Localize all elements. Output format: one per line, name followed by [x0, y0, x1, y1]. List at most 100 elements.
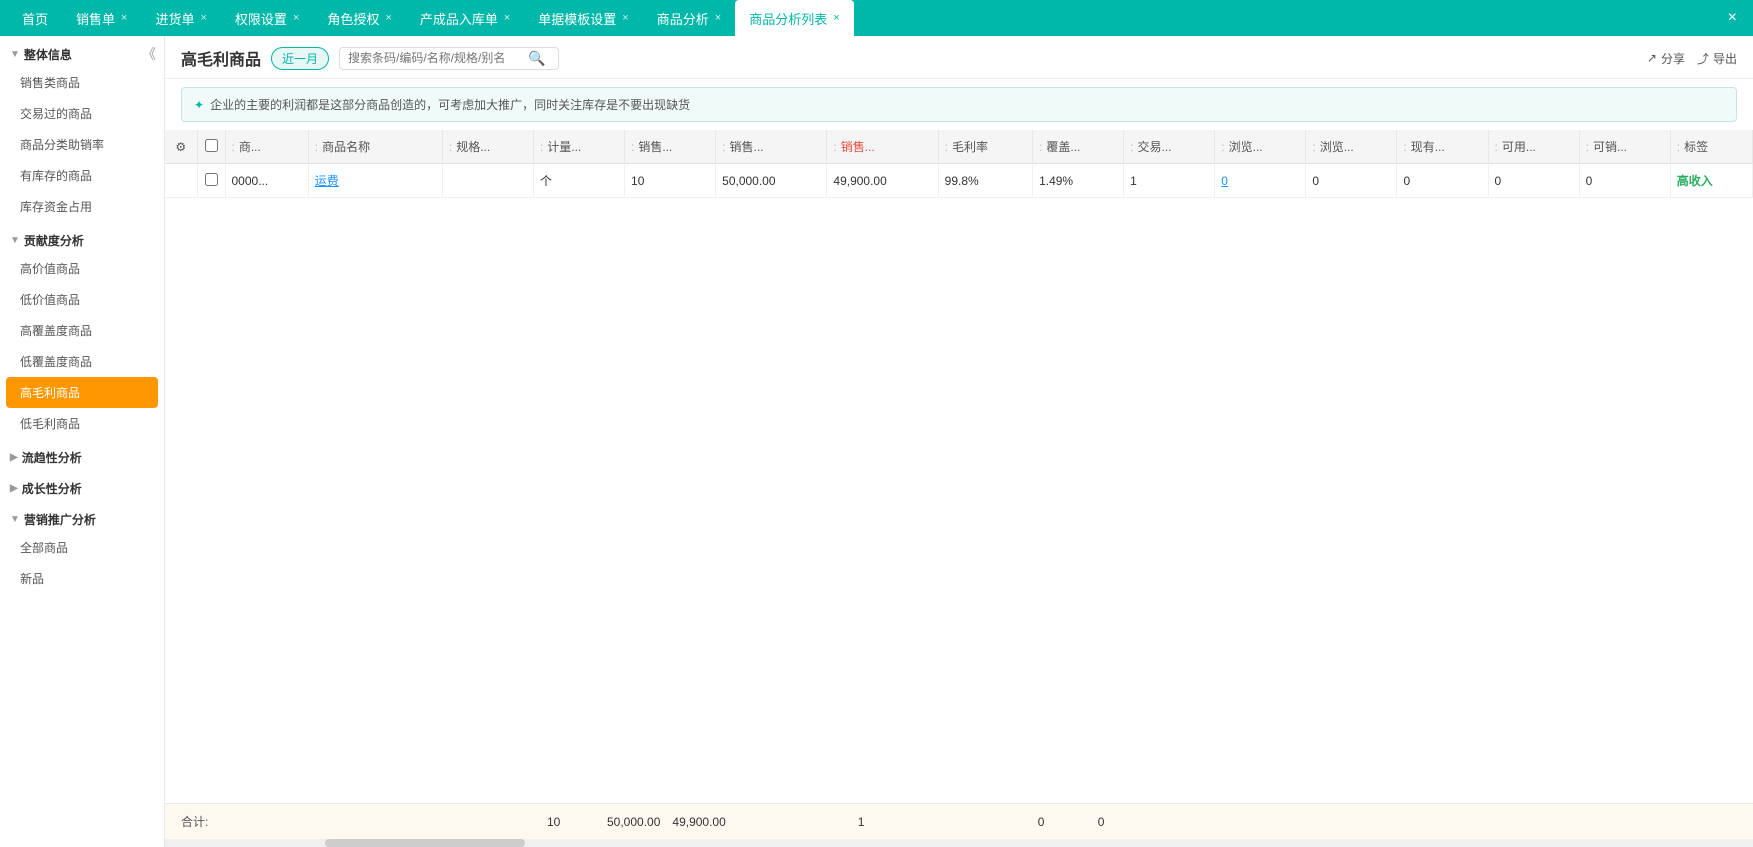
sidebar-item-sales-goods[interactable]: 销售类商品	[0, 67, 164, 98]
col-available[interactable]: :可用...	[1488, 130, 1579, 164]
row-margin-rate: 99.8%	[938, 164, 1032, 198]
sidebar-item-stock-capital[interactable]: 库存资金占用	[0, 191, 164, 222]
col-unit[interactable]: :计量...	[533, 130, 624, 164]
search-input[interactable]	[348, 51, 528, 65]
export-button[interactable]: ⤴ 导出	[1697, 50, 1737, 67]
sidebar-item-low-margin[interactable]: 低毛利商品	[0, 408, 164, 439]
nav-close-analysis[interactable]: ×	[715, 12, 721, 24]
row-sellable: 0	[1579, 164, 1670, 198]
col-tag[interactable]: :标签	[1670, 130, 1752, 164]
scrollbar-thumb[interactable]	[325, 839, 525, 847]
share-button[interactable]: ↗ 分享	[1647, 50, 1685, 67]
sidebar-group-trend[interactable]: ▶ 流趋性分析	[0, 439, 164, 470]
col-sellable[interactable]: :可销...	[1579, 130, 1670, 164]
row-sales-qty: 10	[625, 164, 716, 198]
content-area: 高毛利商品 近一月 🔍 ↗ 分享 ⤴ 导出 ✦ 企业的主要的利润都是这部分商品创…	[165, 36, 1753, 847]
horizontal-scrollbar[interactable]	[165, 839, 1753, 847]
search-icon[interactable]: 🔍	[528, 50, 545, 67]
sidebar-collapse-button[interactable]: 《	[142, 44, 156, 64]
arrow-down-icon2: ▼	[10, 235, 20, 246]
arrow-right-icon: ▶	[10, 452, 18, 463]
arrow-right-icon2: ▶	[10, 483, 18, 494]
nav-roles[interactable]: 角色授权 ×	[313, 0, 405, 36]
nav-home[interactable]: 首页	[8, 0, 62, 36]
col-sales-amt[interactable]: :销售...	[716, 130, 827, 164]
select-all-checkbox[interactable]	[205, 139, 218, 152]
row-sales-profit: 49,900.00	[827, 164, 938, 198]
nav-close-sales[interactable]: ×	[121, 12, 127, 24]
nav-close-template[interactable]: ×	[622, 12, 628, 24]
row-settings-cell	[165, 164, 197, 198]
sidebar-item-stock-goods[interactable]: 有库存的商品	[0, 160, 164, 191]
row-transaction: 1	[1124, 164, 1215, 198]
sidebar-item-traded-goods[interactable]: 交易过的商品	[0, 98, 164, 129]
row-browse2: 0	[1306, 164, 1397, 198]
window-close-button[interactable]: ×	[1720, 9, 1745, 27]
filter-period-button[interactable]: 近一月	[271, 47, 329, 70]
col-margin-rate[interactable]: :毛利率	[938, 130, 1032, 164]
table-footer: 合计: 10 50,000.00 49,900.00 1 0 0	[165, 803, 1753, 839]
nav-permissions[interactable]: 权限设置 ×	[221, 0, 313, 36]
table-row: 0000... 运费 个 10 50,000.00 49,900.00 99.8…	[165, 164, 1753, 198]
row-name[interactable]: 运费	[308, 164, 442, 198]
col-browse1[interactable]: :浏览...	[1215, 130, 1306, 164]
col-code[interactable]: :商...	[225, 130, 308, 164]
nav-sales-order[interactable]: 销售单 ×	[62, 0, 141, 36]
footer-sales-profit: 49,900.00	[666, 815, 731, 829]
col-sales-profit[interactable]: :销售...	[827, 130, 938, 164]
main-layout: 《 ▼ 整体信息 销售类商品 交易过的商品 商品分类助销率 有库存的商品 库存资…	[0, 36, 1753, 847]
top-navigation: 首页 销售单 × 进货单 × 权限设置 × 角色授权 × 产成品入库单 × 单据…	[0, 0, 1753, 36]
sidebar-item-high-value[interactable]: 高价值商品	[0, 253, 164, 284]
col-transaction[interactable]: :交易...	[1124, 130, 1215, 164]
table-container[interactable]: ⚙ :商... :商品名称 :规格... :计量... :销售... :销售..…	[165, 130, 1753, 803]
sidebar-group-growth[interactable]: ▶ 成长性分析	[0, 470, 164, 501]
nav-product-analysis-list[interactable]: 商品分析列表 ×	[735, 0, 853, 36]
col-spec[interactable]: :规格...	[442, 130, 533, 164]
sidebar-item-low-coverage[interactable]: 低覆盖度商品	[0, 346, 164, 377]
header-actions: ↗ 分享 ⤴ 导出	[1647, 50, 1737, 67]
row-available: 0	[1488, 164, 1579, 198]
footer-sales-qty: 10	[541, 815, 601, 829]
col-current-stock[interactable]: :现有...	[1397, 130, 1488, 164]
sidebar-item-high-margin[interactable]: 高毛利商品	[6, 377, 158, 408]
nav-close-inbound[interactable]: ×	[504, 12, 510, 24]
row-checkbox[interactable]	[205, 173, 218, 186]
row-coverage: 1.49%	[1033, 164, 1124, 198]
search-box[interactable]: 🔍	[339, 47, 559, 70]
sidebar-group-contribution[interactable]: ▼ 贡献度分析	[0, 222, 164, 253]
sidebar-item-all-goods[interactable]: 全部商品	[0, 532, 164, 563]
nav-purchase-order[interactable]: 进货单 ×	[141, 0, 220, 36]
col-name[interactable]: :商品名称	[308, 130, 442, 164]
star-icon: ✦	[194, 98, 204, 112]
footer-sales-amt: 50,000.00	[601, 815, 666, 829]
nav-close-purchase[interactable]: ×	[200, 12, 206, 24]
sidebar-item-low-value[interactable]: 低价值商品	[0, 284, 164, 315]
row-checkbox-cell[interactable]	[197, 164, 225, 198]
sidebar-group-marketing[interactable]: ▼ 营销推广分析	[0, 501, 164, 532]
row-current-stock: 0	[1397, 164, 1488, 198]
nav-product-inbound[interactable]: 产成品入库单 ×	[406, 0, 524, 36]
sidebar-group-overall[interactable]: ▼ 整体信息	[0, 36, 164, 67]
export-icon: ⤴	[1697, 50, 1709, 67]
col-browse2[interactable]: :浏览...	[1306, 130, 1397, 164]
row-browse1[interactable]: 0	[1215, 164, 1306, 198]
col-checkbox	[197, 130, 225, 164]
row-spec	[442, 164, 533, 198]
col-sales-qty[interactable]: :销售...	[625, 130, 716, 164]
nav-close-analysis-list[interactable]: ×	[833, 12, 839, 24]
nav-close-permissions[interactable]: ×	[293, 12, 299, 24]
col-coverage[interactable]: :覆盖...	[1033, 130, 1124, 164]
data-table: ⚙ :商... :商品名称 :规格... :计量... :销售... :销售..…	[165, 130, 1753, 198]
nav-close-roles[interactable]: ×	[385, 12, 391, 24]
share-icon: ↗	[1647, 51, 1657, 65]
sidebar: 《 ▼ 整体信息 销售类商品 交易过的商品 商品分类助销率 有库存的商品 库存资…	[0, 36, 165, 847]
sidebar-item-new-goods[interactable]: 新品	[0, 563, 164, 594]
col-settings[interactable]: ⚙	[165, 130, 197, 164]
sidebar-item-high-coverage[interactable]: 高覆盖度商品	[0, 315, 164, 346]
nav-template-settings[interactable]: 单据模板设置 ×	[524, 0, 642, 36]
nav-product-analysis[interactable]: 商品分析 ×	[643, 0, 735, 36]
row-code: 0000...	[225, 164, 308, 198]
row-tag: 高收入	[1670, 164, 1752, 198]
sidebar-item-category-rate[interactable]: 商品分类助销率	[0, 129, 164, 160]
row-unit: 个	[533, 164, 624, 198]
